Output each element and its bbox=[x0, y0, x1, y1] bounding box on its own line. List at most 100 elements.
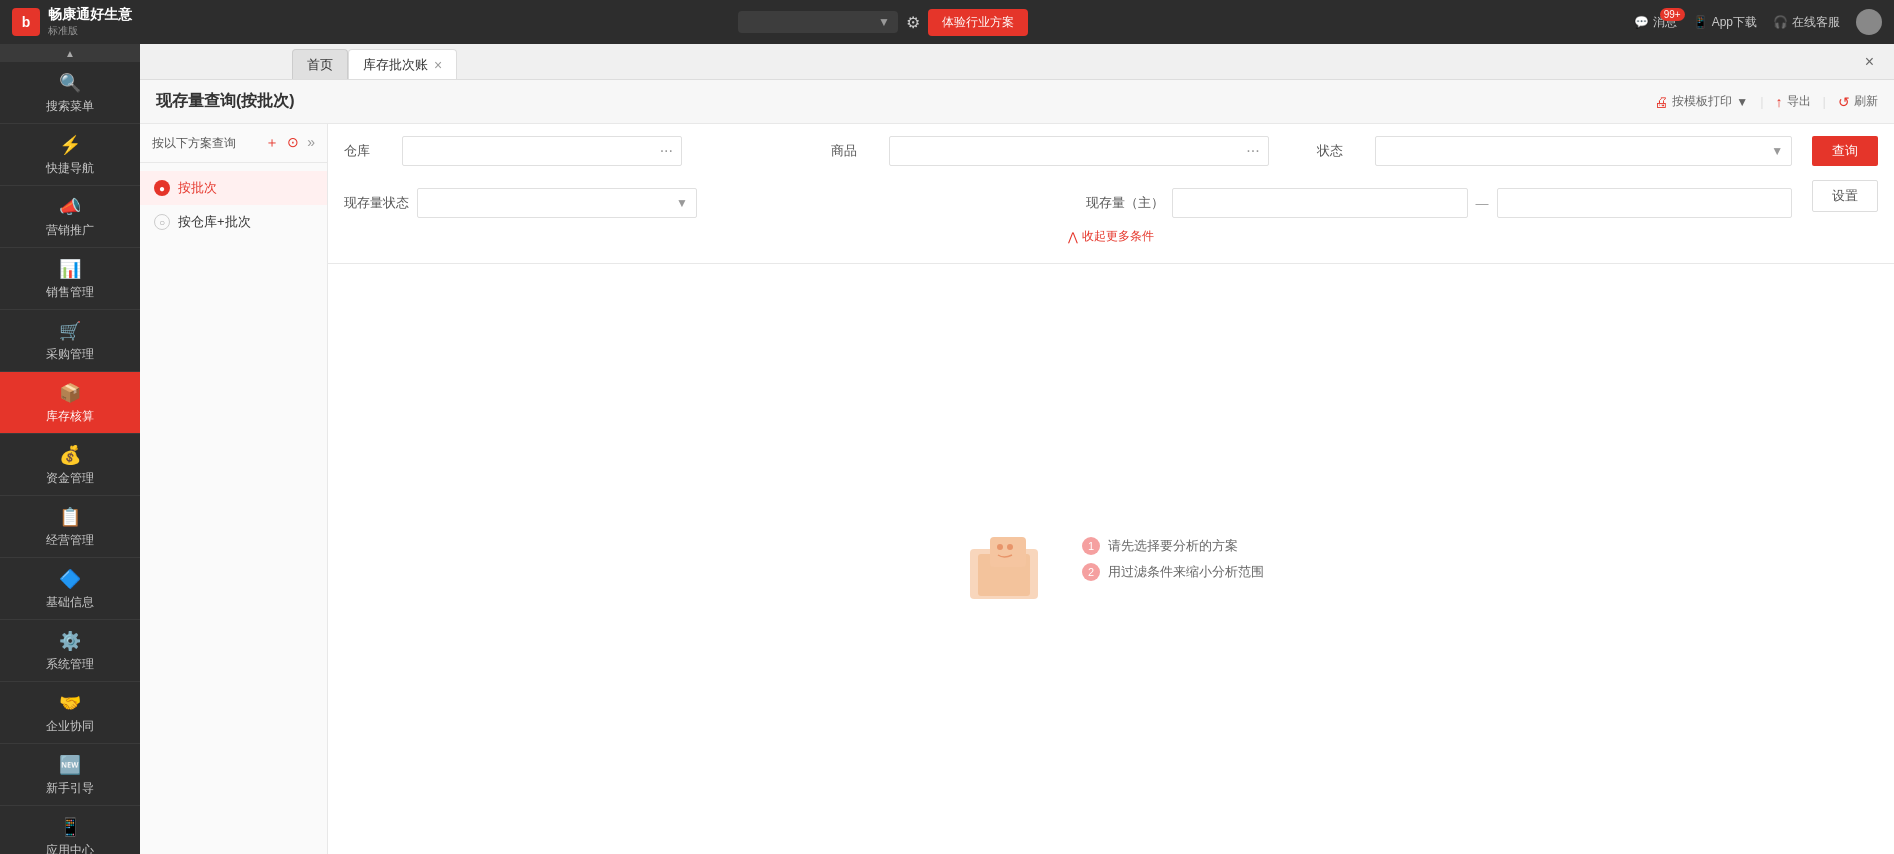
management-icon: 📋 bbox=[59, 506, 81, 528]
panel-layout: 按以下方案查询 ＋ ⊙ » ● 按批次 ○ 按仓库+批次 bbox=[140, 124, 1894, 854]
settings-button[interactable]: 设置 bbox=[1812, 180, 1878, 212]
panel-close-button[interactable]: × bbox=[1865, 53, 1874, 71]
scheme-warehouse-batch-label: 按仓库+批次 bbox=[178, 213, 251, 231]
brand-info: 畅康通好生意 标准版 bbox=[48, 6, 132, 38]
status-dropdown-icon: ▼ bbox=[1771, 144, 1783, 158]
add-scheme-icon[interactable]: ＋ bbox=[265, 134, 279, 152]
svg-point-4 bbox=[1007, 544, 1013, 550]
goods-dots-icon[interactable]: ··· bbox=[1246, 142, 1259, 160]
search-nav-icon: 🔍 bbox=[59, 72, 81, 94]
scheme-dot-inactive: ○ bbox=[154, 214, 170, 230]
sidebar-item-finance[interactable]: 💰 资金管理 bbox=[0, 434, 140, 496]
goods-label: 商品 bbox=[831, 142, 881, 160]
print-button[interactable]: 🖨 按模板打印 ▼ bbox=[1654, 93, 1748, 110]
headset-icon: 🎧 bbox=[1773, 15, 1788, 29]
sidebar-item-shortcut[interactable]: ⚡ 快捷导航 bbox=[0, 124, 140, 186]
tab-inventory-batch[interactable]: 库存批次账 × bbox=[348, 49, 457, 79]
finance-icon: 💰 bbox=[59, 444, 81, 466]
sidebar-item-newguide[interactable]: 🆕 新手引导 bbox=[0, 744, 140, 806]
search-input[interactable] bbox=[738, 11, 898, 33]
page-title: 现存量查询(按批次) bbox=[156, 91, 295, 112]
refresh-icon: ↺ bbox=[1838, 94, 1850, 110]
sidebar-item-basic[interactable]: 🔷 基础信息 bbox=[0, 558, 140, 620]
sales-icon: 📊 bbox=[59, 258, 81, 280]
sidebar-item-inventory[interactable]: 📦 库存核算 bbox=[0, 372, 140, 434]
refresh-label: 刷新 bbox=[1854, 93, 1878, 110]
right-panel: 仓库 ··· 商品 bbox=[328, 124, 1894, 854]
shortcut-icon: ⚡ bbox=[59, 134, 81, 156]
inventory-qty-to[interactable] bbox=[1497, 188, 1793, 218]
inventory-status-select[interactable]: ▼ bbox=[417, 188, 697, 218]
print-icon: 🖨 bbox=[1654, 94, 1668, 110]
scheme-item-warehouse-batch[interactable]: ○ 按仓库+批次 bbox=[140, 205, 327, 239]
sidebar-item-marketing[interactable]: 📣 营销推广 bbox=[0, 186, 140, 248]
app-download-label: App下载 bbox=[1712, 14, 1757, 31]
left-panel: 按以下方案查询 ＋ ⊙ » ● 按批次 ○ 按仓库+批次 bbox=[140, 124, 328, 854]
query-button[interactable]: 查询 bbox=[1812, 136, 1878, 166]
warehouse-field: 仓库 ··· bbox=[344, 136, 819, 166]
warehouse-input[interactable]: ··· bbox=[402, 136, 682, 166]
export-button[interactable]: ↑ 导出 bbox=[1776, 93, 1811, 110]
topbar: b 畅康通好生意 标准版 ▼ ⚙ 体验行业方案 💬 消息 99+ 📱 App下载… bbox=[0, 0, 1894, 44]
tip-num-1: 1 bbox=[1082, 537, 1100, 555]
online-service-item[interactable]: 🎧 在线客服 bbox=[1773, 14, 1840, 31]
tip-text-1: 请先选择要分析的方案 bbox=[1108, 537, 1238, 555]
inventory-status-dropdown-icon: ▼ bbox=[676, 196, 688, 210]
brand-sub: 标准版 bbox=[48, 24, 132, 38]
newguide-icon: 🆕 bbox=[59, 754, 81, 776]
export-label: 导出 bbox=[1787, 93, 1811, 110]
inventory-status-label: 现存量状态 bbox=[344, 194, 409, 212]
refresh-button[interactable]: ↺ 刷新 bbox=[1838, 93, 1878, 110]
print-label: 按模板打印 bbox=[1672, 93, 1732, 110]
tab-inventory-batch-label: 库存批次账 bbox=[363, 56, 428, 74]
export-icon: ↑ bbox=[1776, 94, 1783, 110]
collapse-filter[interactable]: ⋀ 收起更多条件 bbox=[344, 222, 1878, 251]
trial-button[interactable]: 体验行业方案 bbox=[928, 9, 1028, 36]
collapse-panel-icon[interactable]: » bbox=[307, 134, 315, 152]
sidebar: ▲ 🔍 搜索菜单 ⚡ 快捷导航 📣 营销推广 📊 销售管理 🛒 采购管理 📦 库… bbox=[0, 44, 140, 854]
tabbar: 首页 库存批次账 × × bbox=[140, 44, 1894, 80]
empty-state-content: 1 请先选择要分析的方案 2 用过滤条件来缩小分析范围 bbox=[958, 509, 1264, 609]
filter-row-1: 仓库 ··· 商品 bbox=[344, 136, 1792, 166]
print-dropdown-icon[interactable]: ▼ bbox=[1736, 95, 1748, 109]
topbar-center: ▼ ⚙ 体验行业方案 bbox=[738, 9, 1028, 36]
empty-illustration bbox=[958, 509, 1058, 609]
apps-icon: 📱 bbox=[59, 816, 81, 838]
avatar[interactable] bbox=[1856, 9, 1882, 35]
empty-tip-1: 1 请先选择要分析的方案 bbox=[1082, 537, 1264, 555]
brand-name: 畅康通好生意 bbox=[48, 6, 132, 24]
tab-home[interactable]: 首页 bbox=[292, 49, 348, 79]
sidebar-item-apps[interactable]: 📱 应用中心 bbox=[0, 806, 140, 854]
messages-item[interactable]: 💬 消息 99+ bbox=[1634, 14, 1677, 31]
warehouse-dots-icon[interactable]: ··· bbox=[660, 142, 673, 160]
app-download-item[interactable]: 📱 App下载 bbox=[1693, 14, 1757, 31]
messages-badge: 99+ bbox=[1660, 8, 1685, 21]
inventory-icon: 📦 bbox=[59, 382, 81, 404]
goods-input[interactable]: ··· bbox=[889, 136, 1269, 166]
tab-home-label: 首页 bbox=[307, 56, 333, 74]
sidebar-item-system[interactable]: ⚙️ 系统管理 bbox=[0, 620, 140, 682]
left-panel-header: 按以下方案查询 ＋ ⊙ » bbox=[140, 124, 327, 163]
sidebar-item-search[interactable]: 🔍 搜索菜单 bbox=[0, 62, 140, 124]
settings-icon[interactable]: ⚙ bbox=[906, 13, 920, 32]
tab-close-icon[interactable]: × bbox=[434, 57, 442, 73]
sidebar-item-management[interactable]: 📋 经营管理 bbox=[0, 496, 140, 558]
empty-tip-2: 2 用过滤条件来缩小分析范围 bbox=[1082, 563, 1264, 581]
empty-state: 1 请先选择要分析的方案 2 用过滤条件来缩小分析范围 bbox=[328, 264, 1894, 854]
empty-tips: 1 请先选择要分析的方案 2 用过滤条件来缩小分析范围 bbox=[1082, 537, 1264, 581]
status-label: 状态 bbox=[1317, 142, 1367, 160]
inventory-qty-label: 现存量（主） bbox=[1086, 194, 1164, 212]
sidebar-item-enterprise[interactable]: 🤝 企业协同 bbox=[0, 682, 140, 744]
collapse-filter-label: 收起更多条件 bbox=[1082, 228, 1154, 245]
inventory-qty-from[interactable] bbox=[1172, 188, 1468, 218]
svg-rect-2 bbox=[990, 537, 1026, 567]
sidebar-item-sales[interactable]: 📊 销售管理 bbox=[0, 248, 140, 310]
status-select[interactable]: ▼ bbox=[1375, 136, 1792, 166]
sidebar-item-purchase[interactable]: 🛒 采购管理 bbox=[0, 310, 140, 372]
scheme-batch-label: 按批次 bbox=[178, 179, 217, 197]
scheme-item-batch[interactable]: ● 按批次 bbox=[140, 171, 327, 205]
sidebar-scroll-up[interactable]: ▲ bbox=[0, 44, 140, 62]
scheme-list: ● 按批次 ○ 按仓库+批次 bbox=[140, 163, 327, 247]
scheme-settings-icon[interactable]: ⊙ bbox=[287, 134, 299, 152]
inventory-qty-field: 现存量（主） — bbox=[1086, 188, 1792, 218]
